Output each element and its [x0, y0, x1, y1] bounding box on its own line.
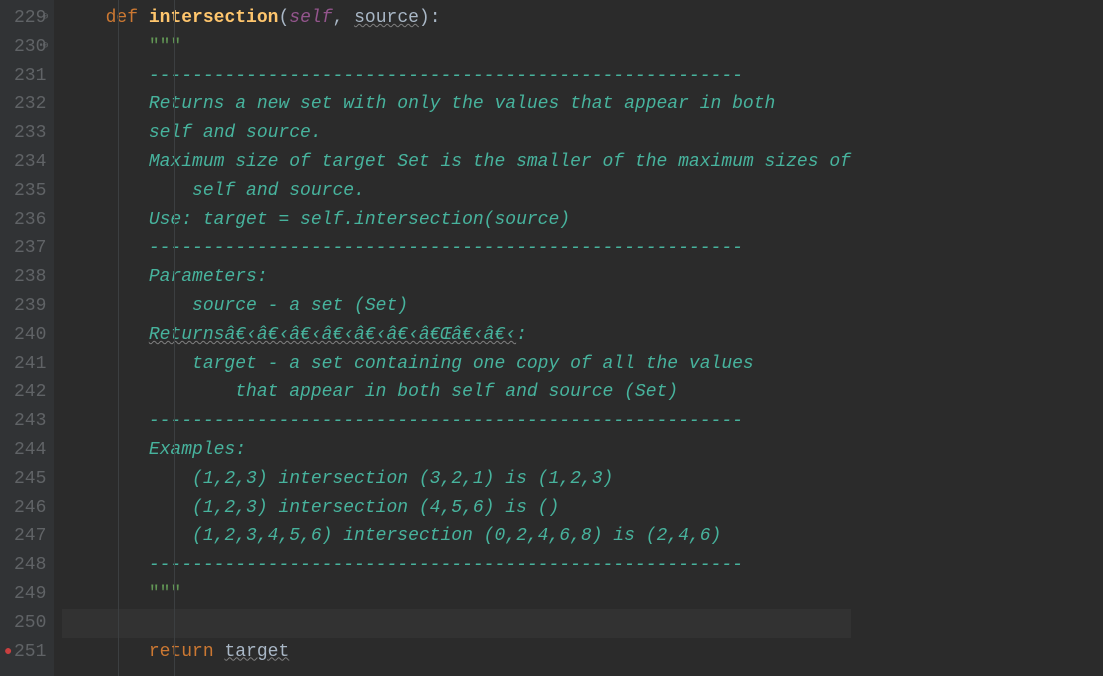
- code-line[interactable]: ----------------------------------------…: [62, 407, 851, 436]
- line-number[interactable]: 241: [14, 350, 46, 379]
- line-number[interactable]: 247: [14, 522, 46, 551]
- code-line[interactable]: Returns a new set with only the values t…: [62, 90, 851, 119]
- code-token: :: [516, 325, 527, 345]
- code-token: self and source.: [62, 123, 321, 143]
- code-token: ----------------------------------------…: [62, 411, 743, 431]
- code-token: [62, 584, 148, 604]
- code-token: self: [289, 8, 332, 28]
- line-number[interactable]: 251●: [14, 638, 46, 667]
- code-line[interactable]: Examples:: [62, 436, 851, 465]
- code-line[interactable]: ----------------------------------------…: [62, 551, 851, 580]
- line-number[interactable]: 234: [14, 148, 46, 177]
- code-token: target: [224, 642, 289, 662]
- code-token: Use: target = self.intersection(source): [62, 210, 570, 230]
- code-line[interactable]: """: [62, 580, 851, 609]
- code-area[interactable]: def intersection(self, source): """ ----…: [54, 0, 851, 676]
- fold-icon[interactable]: ⊖: [42, 33, 48, 62]
- code-line[interactable]: (1,2,3,4,5,6) intersection (0,2,4,6,8) i…: [62, 522, 851, 551]
- code-token: (: [278, 8, 289, 28]
- code-token: ----------------------------------------…: [62, 238, 743, 258]
- code-line[interactable]: ----------------------------------------…: [62, 62, 851, 91]
- line-number-gutter[interactable]: 229⊖230⊖23123223323423523623723823924024…: [0, 0, 54, 676]
- breakpoint-icon[interactable]: ●: [4, 638, 12, 667]
- code-line[interactable]: return target: [62, 638, 851, 667]
- line-number[interactable]: 236: [14, 206, 46, 235]
- line-number[interactable]: 235: [14, 177, 46, 206]
- code-token: Examples:: [62, 440, 246, 460]
- line-number[interactable]: 244: [14, 436, 46, 465]
- line-number[interactable]: 232: [14, 90, 46, 119]
- line-number[interactable]: 246: [14, 494, 46, 523]
- code-line[interactable]: (1,2,3) intersection (4,5,6) is (): [62, 494, 851, 523]
- line-number[interactable]: 231: [14, 62, 46, 91]
- code-token: [62, 325, 148, 345]
- code-token: ----------------------------------------…: [62, 66, 743, 86]
- line-number[interactable]: 240: [14, 321, 46, 350]
- code-token: """: [149, 37, 181, 57]
- code-token: source: [354, 8, 419, 28]
- line-number[interactable]: 242: [14, 378, 46, 407]
- code-line[interactable]: Maximum size of target Set is the smalle…: [62, 148, 851, 177]
- code-token: target - a set containing one copy of al…: [62, 354, 753, 374]
- line-number[interactable]: 238: [14, 263, 46, 292]
- code-line[interactable]: Parameters:: [62, 263, 851, 292]
- line-number[interactable]: 249: [14, 580, 46, 609]
- code-line[interactable]: source - a set (Set): [62, 292, 851, 321]
- code-token: """: [149, 584, 181, 604]
- fold-icon[interactable]: ⊖: [42, 4, 48, 33]
- line-number[interactable]: 250: [14, 609, 46, 638]
- code-token: self and source.: [62, 181, 364, 201]
- code-token: Returns a new set with only the values t…: [62, 94, 775, 114]
- code-token: ,: [333, 8, 355, 28]
- code-line[interactable]: ----------------------------------------…: [62, 234, 851, 263]
- line-number[interactable]: 237: [14, 234, 46, 263]
- code-token: Returnsâ€‹â€‹â€‹â€‹â€‹â€‹â€Œâ€‹â€‹: [149, 325, 516, 345]
- code-token: (1,2,3) intersection (3,2,1) is (1,2,3): [62, 469, 613, 489]
- code-token: [62, 8, 105, 28]
- line-number[interactable]: 229⊖: [14, 4, 46, 33]
- code-line[interactable]: Returnsâ€‹â€‹â€‹â€‹â€‹â€‹â€Œâ€‹â€‹:: [62, 321, 851, 350]
- code-editor[interactable]: 229⊖230⊖23123223323423523623723823924024…: [0, 0, 1103, 676]
- line-number[interactable]: 248: [14, 551, 46, 580]
- line-number[interactable]: 233: [14, 119, 46, 148]
- code-token: ):: [419, 8, 441, 28]
- line-number[interactable]: 243: [14, 407, 46, 436]
- code-line[interactable]: (1,2,3) intersection (3,2,1) is (1,2,3): [62, 465, 851, 494]
- code-token: intersection: [149, 8, 279, 28]
- code-token: (1,2,3,4,5,6) intersection (0,2,4,6,8) i…: [62, 526, 721, 546]
- code-token: Parameters:: [62, 267, 267, 287]
- code-line[interactable]: self and source.: [62, 177, 851, 206]
- line-number[interactable]: 239: [14, 292, 46, 321]
- code-token: ----------------------------------------…: [62, 555, 743, 575]
- code-token: return: [149, 642, 225, 662]
- code-token: that appear in both self and source (Set…: [62, 382, 678, 402]
- line-number[interactable]: 245: [14, 465, 46, 494]
- code-token: source - a set (Set): [62, 296, 408, 316]
- code-token: [62, 642, 148, 662]
- code-line[interactable]: """: [62, 33, 851, 62]
- code-token: [62, 37, 148, 57]
- code-token: def: [106, 8, 149, 28]
- code-line[interactable]: def intersection(self, source):: [62, 4, 851, 33]
- code-token: (1,2,3) intersection (4,5,6) is (): [62, 498, 559, 518]
- line-number[interactable]: 230⊖: [14, 33, 46, 62]
- code-line[interactable]: Use: target = self.intersection(source): [62, 206, 851, 235]
- indent-guide: [174, 0, 175, 676]
- code-line[interactable]: self and source.: [62, 119, 851, 148]
- code-token: Maximum size of target Set is the smalle…: [62, 152, 851, 172]
- code-line[interactable]: target - a set containing one copy of al…: [62, 350, 851, 379]
- indent-guide: [118, 0, 119, 676]
- code-line[interactable]: [62, 609, 851, 638]
- code-line[interactable]: that appear in both self and source (Set…: [62, 378, 851, 407]
